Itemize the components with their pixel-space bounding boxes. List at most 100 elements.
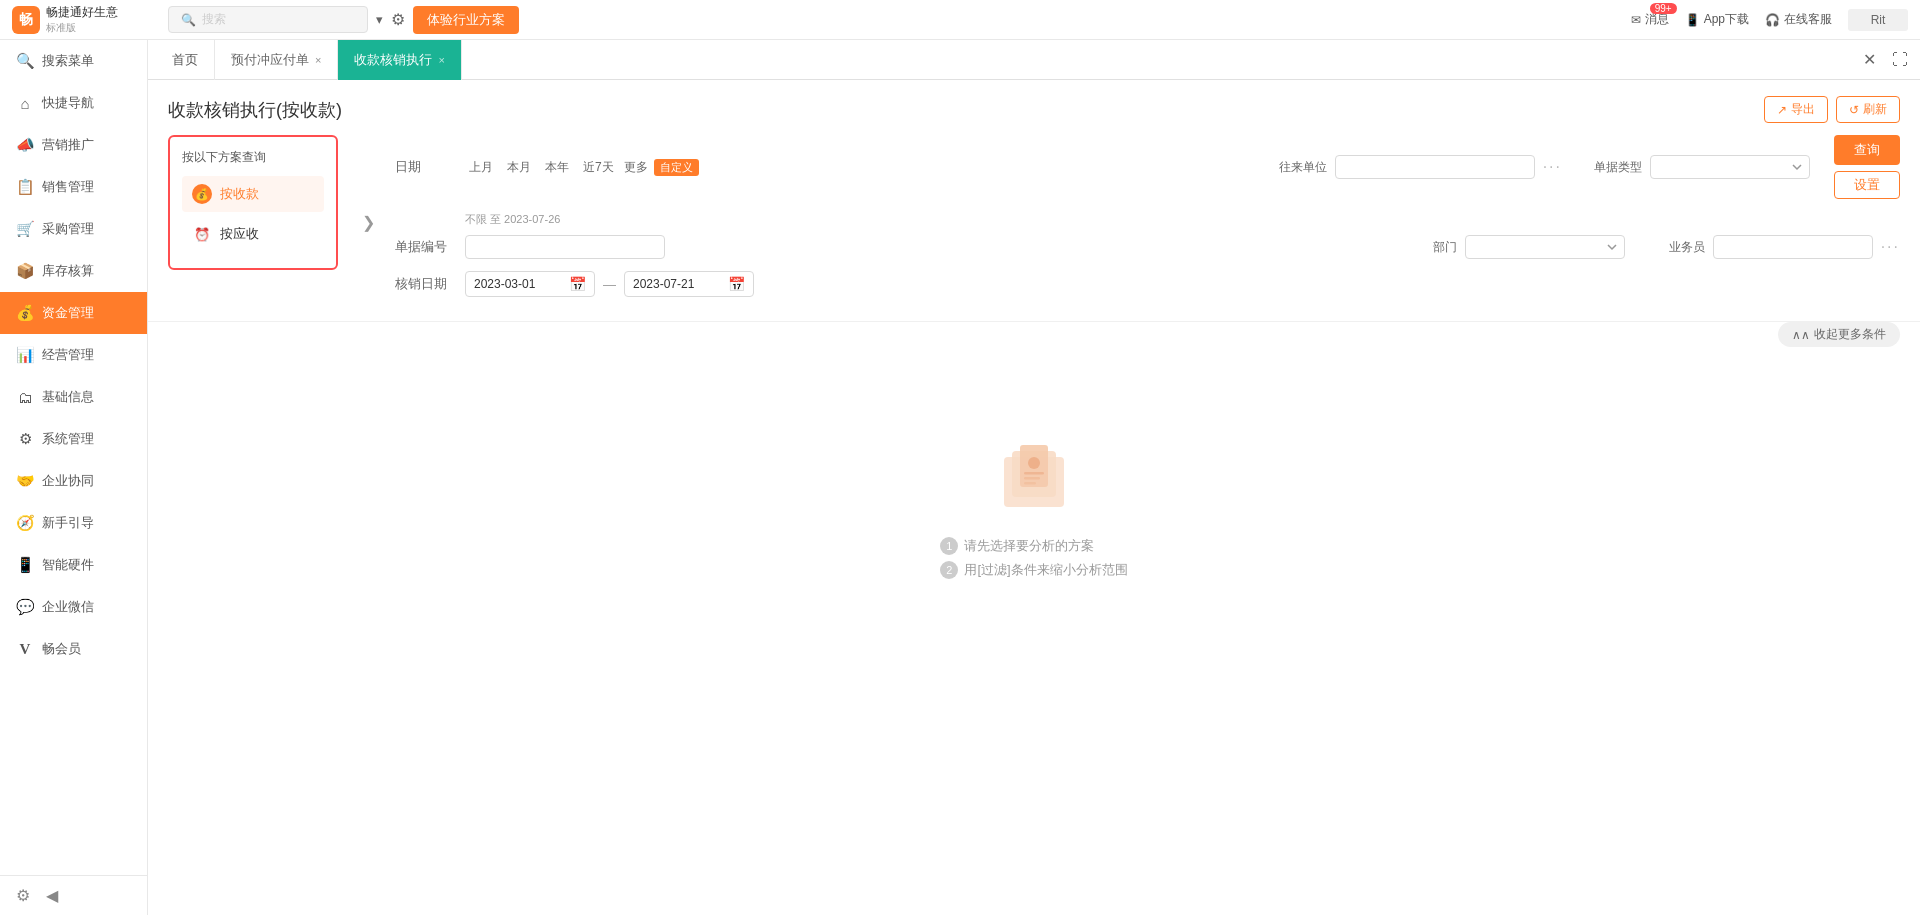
tabs-actions: ✕ ⛶ bbox=[1859, 46, 1912, 73]
sidebar-item-inventory[interactable]: 📦 库存核算 bbox=[0, 250, 147, 292]
operations-icon: 📊 bbox=[16, 346, 34, 364]
sales-icon: 📋 bbox=[16, 178, 34, 196]
sidebar-item-basic-info[interactable]: 🗂 基础信息 bbox=[0, 376, 147, 418]
window-close-button[interactable]: ✕ bbox=[1859, 46, 1880, 73]
settings-button[interactable]: 设置 bbox=[1834, 171, 1900, 199]
page-inner: 收款核销执行(按收款) ↗ 导出 ↺ 刷新 bbox=[148, 80, 1920, 915]
voucher-no-input[interactable] bbox=[465, 235, 665, 259]
filter-option-by-receivable[interactable]: ⏰ 按应收 bbox=[182, 216, 324, 252]
sidebar-label: 采购管理 bbox=[42, 220, 94, 238]
filter-option-by-receipt[interactable]: 💰 按收款 bbox=[182, 176, 324, 212]
sidebar-item-smart-hardware[interactable]: 📱 智能硬件 bbox=[0, 544, 147, 586]
page-header: 收款核销执行(按收款) ↗ 导出 ↺ 刷新 bbox=[148, 80, 1920, 123]
search-placeholder-text: 搜索 bbox=[202, 11, 226, 28]
sidebar-item-guide[interactable]: 🧭 新手引导 bbox=[0, 502, 147, 544]
sidebar-item-sales[interactable]: 📋 销售管理 bbox=[0, 166, 147, 208]
refresh-icon: ↺ bbox=[1849, 103, 1859, 117]
sidebar-settings-icon[interactable]: ⚙ bbox=[16, 886, 30, 905]
membership-icon: V bbox=[16, 641, 34, 658]
sidebar-label: 基础信息 bbox=[42, 388, 94, 406]
shortcut-custom-badge[interactable]: 自定义 bbox=[654, 159, 699, 176]
sidebar-collapse-icon[interactable]: ◀ bbox=[46, 886, 58, 905]
voucher-type-select[interactable] bbox=[1650, 155, 1810, 179]
sidebar-item-search-menu[interactable]: 🔍 搜索菜单 bbox=[0, 40, 147, 82]
query-buttons: 查询 设置 bbox=[1834, 135, 1900, 199]
svg-rect-6 bbox=[1024, 482, 1036, 485]
voucher-no-label: 单据编号 bbox=[395, 238, 465, 256]
brand-name: 畅捷通好生意 bbox=[46, 4, 118, 21]
topbar-right: ✉ 消息 99+ 📱 App下载 🎧 在线客服 Rit bbox=[1631, 9, 1908, 31]
search-box[interactable]: 🔍 搜索 bbox=[168, 6, 368, 33]
voucher-type-label: 单据类型 bbox=[1586, 159, 1642, 176]
tab-close-icon[interactable]: × bbox=[438, 54, 444, 66]
sidebar-item-quick-nav[interactable]: ⌂ 快捷导航 bbox=[0, 82, 147, 124]
message-button[interactable]: ✉ 消息 99+ bbox=[1631, 11, 1669, 28]
sidebar-label: 畅会员 bbox=[42, 640, 81, 658]
filter-option-label: 按应收 bbox=[220, 225, 259, 243]
refresh-button[interactable]: ↺ 刷新 bbox=[1836, 96, 1900, 123]
brand-version: 标准版 bbox=[46, 21, 118, 35]
date-label: 日期 bbox=[395, 158, 465, 176]
shortcut-last-month[interactable]: 上月 bbox=[465, 157, 497, 178]
sidebar-item-operations[interactable]: 📊 经营管理 bbox=[0, 334, 147, 376]
settings-icon[interactable]: ⚙ bbox=[391, 10, 405, 29]
shortcut-this-month[interactable]: 本月 bbox=[503, 157, 535, 178]
sidebar-item-system[interactable]: ⚙ 系统管理 bbox=[0, 418, 147, 460]
shortcut-more[interactable]: 更多 bbox=[624, 159, 648, 176]
shortcut-last-7-days[interactable]: 近7天 bbox=[579, 157, 618, 178]
date-range-separator: — bbox=[603, 277, 616, 292]
tab-receipt-writeoff[interactable]: 收款核销执行 × bbox=[338, 40, 461, 80]
writeoff-date-end-input[interactable]: 2023-07-21 📅 bbox=[624, 271, 754, 297]
empty-illustration bbox=[984, 437, 1084, 517]
tip-num-1: 1 bbox=[940, 537, 958, 555]
filter-form: 日期 上月 本月 本年 近7天 更多 自定义 往 bbox=[395, 135, 1900, 309]
sidebar-collapse-button[interactable]: ❯ bbox=[358, 135, 379, 309]
date-no-limit-info: 不限 至 2023-07-26 bbox=[465, 211, 1900, 227]
staff-input[interactable] bbox=[1713, 235, 1873, 259]
brand-text: 畅捷通好生意 标准版 bbox=[46, 4, 118, 35]
search-dropdown-icon[interactable]: ▾ bbox=[376, 12, 383, 27]
user-avatar[interactable]: Rit bbox=[1848, 9, 1908, 31]
staff-more-button[interactable]: ··· bbox=[1881, 238, 1900, 256]
online-service-button[interactable]: 🎧 在线客服 bbox=[1765, 11, 1832, 28]
sidebar-label: 企业协同 bbox=[42, 472, 94, 490]
writeoff-date-range: 2023-03-01 📅 — 2023-07-21 📅 bbox=[465, 271, 754, 297]
app-download-button[interactable]: 📱 App下载 bbox=[1685, 11, 1749, 28]
tab-label: 首页 bbox=[172, 51, 198, 69]
counterparty-more-button[interactable]: ··· bbox=[1543, 158, 1562, 176]
tab-close-icon[interactable]: × bbox=[315, 54, 321, 66]
date-start-value: 2023-03-01 bbox=[474, 277, 535, 291]
inventory-icon: 📦 bbox=[16, 262, 34, 280]
sidebar-label: 企业微信 bbox=[42, 598, 94, 616]
collapse-more-button[interactable]: ∧∧ 收起更多条件 bbox=[1778, 322, 1900, 347]
by-receivable-icon: ⏰ bbox=[192, 224, 212, 244]
topbar-center: 🔍 搜索 ▾ ⚙ 体验行业方案 bbox=[168, 6, 1623, 34]
sidebar-item-enterprise-wechat[interactable]: 💬 企业微信 bbox=[0, 586, 147, 628]
sidebar: 🔍 搜索菜单 ⌂ 快捷导航 📣 营销推广 📋 销售管理 🛒 采购管理 📦 库存核… bbox=[0, 40, 148, 915]
sidebar-item-membership[interactable]: V 畅会员 bbox=[0, 628, 147, 670]
svg-point-3 bbox=[1028, 457, 1040, 469]
counterparty-input[interactable] bbox=[1335, 155, 1535, 179]
tab-home[interactable]: 首页 bbox=[156, 40, 215, 80]
date-end-value: 2023-07-21 bbox=[633, 277, 694, 291]
sidebar-item-marketing[interactable]: 📣 营销推广 bbox=[0, 124, 147, 166]
dept-select[interactable] bbox=[1465, 235, 1625, 259]
filter-option-label: 按收款 bbox=[220, 185, 259, 203]
solution-button[interactable]: 体验行业方案 bbox=[413, 6, 519, 34]
sidebar-item-purchase[interactable]: 🛒 采购管理 bbox=[0, 208, 147, 250]
sidebar-item-finance[interactable]: 💰 资金管理 bbox=[0, 292, 147, 334]
tab-prepay-offset[interactable]: 预付冲应付单 × bbox=[215, 40, 338, 80]
filter-row-1: 日期 上月 本月 本年 近7天 更多 自定义 往 bbox=[395, 135, 1900, 199]
finance-icon: 💰 bbox=[16, 304, 34, 322]
tip-num-2: 2 bbox=[940, 561, 958, 579]
export-button[interactable]: ↗ 导出 bbox=[1764, 96, 1828, 123]
by-receipt-icon: 💰 bbox=[192, 184, 212, 204]
smart-hardware-icon: 📱 bbox=[16, 556, 34, 574]
window-expand-button[interactable]: ⛶ bbox=[1888, 46, 1912, 73]
sidebar-label: 新手引导 bbox=[42, 514, 94, 532]
sidebar-label: 智能硬件 bbox=[42, 556, 94, 574]
shortcut-this-year[interactable]: 本年 bbox=[541, 157, 573, 178]
sidebar-item-enterprise-collab[interactable]: 🤝 企业协同 bbox=[0, 460, 147, 502]
query-button[interactable]: 查询 bbox=[1834, 135, 1900, 165]
writeoff-date-start-input[interactable]: 2023-03-01 📅 bbox=[465, 271, 595, 297]
